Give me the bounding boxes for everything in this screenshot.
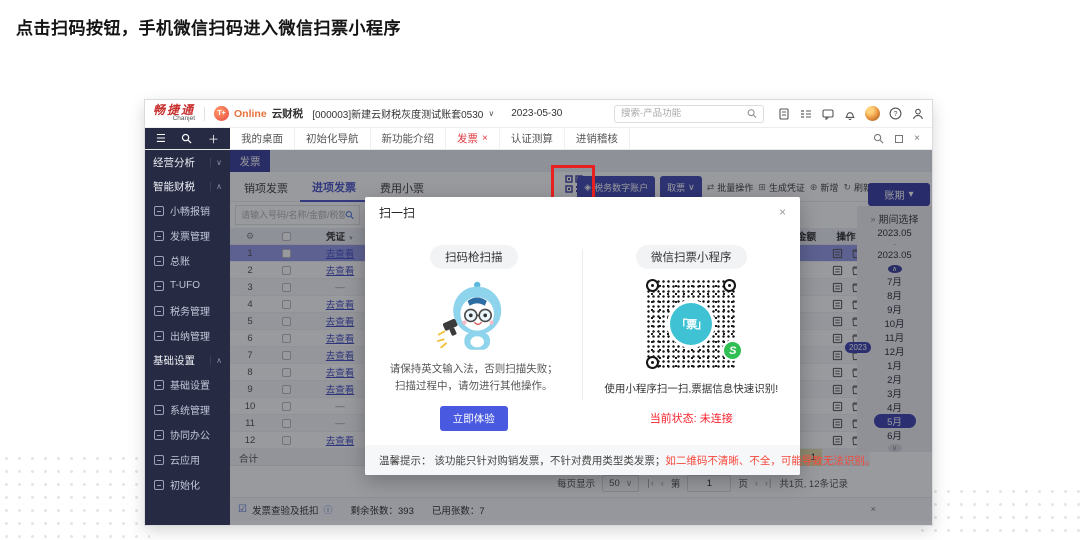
app-window: 畅捷通 Chanjet T+ Online 云财税 [000003]新建云财税灰… (145, 100, 932, 525)
close-page-icon[interactable]: × (914, 133, 920, 144)
fullscreen-icon[interactable] (895, 134, 904, 143)
product-search[interactable] (614, 104, 764, 123)
cloud-icon (154, 454, 164, 465)
divider (204, 106, 206, 121)
connection-status: 当前状态: 未连接 (649, 413, 733, 425)
sidebar-item-tax-mgmt[interactable]: 税务管理 (145, 298, 230, 323)
calculator-icon[interactable] (777, 107, 790, 120)
chevron-up-icon[interactable]: ∧ (210, 355, 222, 365)
open-tabs: 我的桌面 初始化导航 新功能介绍 发票 × 认证测算 进销稽核 (230, 128, 630, 149)
checklist-icon[interactable] (799, 107, 812, 120)
sidebar-group-business-analysis[interactable]: 经营分析 ∨ (145, 150, 230, 174)
sidebar-item-general-ledger[interactable]: 总账 (145, 248, 230, 273)
scan-gun-section: 扫码枪扫描 请保持英文输入法，否则扫描失败； 扫描过程中，请勿进行其他操作。 立… (365, 227, 583, 445)
sidebar-group-smart-finance[interactable]: 智能财税 ∧ (145, 174, 230, 198)
profile-icon[interactable] (911, 107, 924, 120)
reimburse-icon (154, 205, 164, 216)
svg-text:?: ? (894, 111, 898, 118)
global-search-icon[interactable] (181, 133, 192, 144)
add-tab-icon[interactable]: ＋ (208, 131, 219, 147)
notice-prefix: 温馨提示： (379, 454, 432, 467)
tab-invoice[interactable]: 发票 × (446, 128, 500, 149)
report-icon (154, 280, 164, 291)
cashier-icon (154, 330, 164, 341)
sidebar-item-collaboration[interactable]: 协同办公 (145, 422, 230, 447)
sidebar-item-invoice-mgmt[interactable]: 发票管理 (145, 223, 230, 248)
feedback-icon[interactable] (821, 107, 834, 120)
sidebar-group-basic-settings[interactable]: 基础设置 ∧ (145, 348, 230, 372)
window-controls: × (873, 128, 932, 149)
sidebar-item-initialization[interactable]: 初始化 (145, 472, 230, 497)
topbar-icons: ? (777, 106, 924, 121)
qr-code: 「票」 S (646, 279, 744, 369)
tab-cert-calc[interactable]: 认证测算 (500, 128, 565, 149)
user-avatar[interactable] (865, 106, 880, 121)
sidebar-item-t-ufo[interactable]: T-UFO (145, 273, 230, 298)
tab-init-nav[interactable]: 初始化导航 (295, 128, 371, 149)
notice-warning: 如二维码不清晰、不全，可能导致无法识别。 (665, 454, 876, 467)
close-tab-icon[interactable]: × (482, 133, 488, 144)
decorative-dots-left (0, 452, 150, 540)
current-date[interactable]: 2023-05-30 (511, 108, 562, 119)
product-name: 云财税 (271, 108, 304, 120)
sidebar-item-cashier-mgmt[interactable]: 出纳管理 (145, 323, 230, 348)
sidebar-item-cloud-apps[interactable]: 云应用 (145, 447, 230, 472)
wechat-mini-program-section: 微信扫票小程序 「票」 S 使用小程序扫一扫,票据信息快速识别! 当前状态: 未… (583, 227, 801, 445)
search-input[interactable] (621, 108, 744, 119)
sidebar: 经营分析 ∨ 智能财税 ∧ 小畅报销 发票管理 总账 T-UFO 税务管理 出纳… (145, 150, 230, 525)
account-selector[interactable]: [000003]新建云财税灰度测试账套0530 (312, 106, 483, 121)
decorative-dots-right (916, 485, 1086, 540)
page-search-icon[interactable] (873, 133, 884, 144)
sidebar-item-reimburse[interactable]: 小畅报销 (145, 198, 230, 223)
init-icon (154, 479, 164, 490)
online-label: Online (234, 107, 267, 120)
chevron-up-icon[interactable]: ∧ (210, 181, 222, 191)
dialog-title: 扫一扫 (379, 205, 416, 220)
wechat-mini-program-icon: S (722, 340, 744, 361)
scan-gun-pill: 扫码枪扫描 (430, 245, 518, 269)
help-icon[interactable]: ? (889, 107, 902, 120)
invoice-icon (154, 230, 164, 241)
main-content: 发票 销项发票 进项发票 费用小票 ◈ 税务数字账户 取票 ∨ ⇄ 批量操作 ⊞… (230, 150, 932, 525)
mascot-illustration (436, 281, 501, 350)
menu-collapse-icon[interactable]: ☰ (156, 132, 166, 145)
try-now-button[interactable]: 立即体验 (439, 405, 508, 431)
dialog-close-icon[interactable]: × (779, 205, 786, 219)
sidebar-item-basic-settings[interactable]: 基础设置 (145, 372, 230, 397)
mini-program-tip: 使用小程序扫一扫,票据信息快速识别! (604, 383, 779, 395)
scan-tip-line1: 请保持英文输入法，否则扫描失败； (389, 363, 558, 375)
scan-tip-line2: 扫描过程中，请勿进行其他操作。 (395, 380, 553, 393)
sidebar-item-system-mgmt[interactable]: 系统管理 (145, 397, 230, 422)
page: 点击扫码按钮，手机微信扫码进入微信扫票小程序 畅捷通 Chanjet T+ On… (0, 0, 1086, 540)
settings-icon (154, 379, 164, 390)
tabbar: ☰ ＋ 我的桌面 初始化导航 新功能介绍 发票 × 认证测算 进销稽核 × (145, 128, 932, 150)
notice-main: 该功能只针对购销发票，不针对费用类型类发票； (434, 454, 666, 467)
topbar: 畅捷通 Chanjet T+ Online 云财税 [000003]新建云财税灰… (145, 100, 932, 128)
tax-icon (154, 305, 164, 316)
chevron-down-icon[interactable]: ∨ (210, 157, 222, 167)
ledger-icon (154, 255, 164, 266)
scan-dialog: 扫一扫 × 扫码枪扫描 请保持英文输入法，否则扫描失败； 扫描过程中，请勿进行其… (365, 197, 875, 475)
qr-center-ticket-label: 「票」 (670, 303, 713, 345)
page-title: 点击扫码按钮，手机微信扫码进入微信扫票小程序 (16, 19, 401, 38)
system-icon (154, 404, 164, 415)
chevron-down-icon[interactable]: ∨ (488, 109, 494, 118)
tab-my-desktop[interactable]: 我的桌面 (230, 128, 295, 149)
tab-new-features[interactable]: 新功能介绍 (371, 128, 446, 149)
tab-purchase-sale-audit[interactable]: 进销稽核 (565, 128, 630, 149)
search-icon[interactable] (747, 108, 757, 119)
bell-icon[interactable] (843, 107, 856, 120)
chanjet-logo: 畅捷通 Chanjet (153, 103, 196, 123)
tplus-online-logo: T+ (214, 106, 230, 121)
collaboration-icon (154, 429, 164, 440)
mini-program-pill: 微信扫票小程序 (636, 245, 747, 269)
sidebar-quick-icons: ☰ ＋ (145, 128, 230, 149)
